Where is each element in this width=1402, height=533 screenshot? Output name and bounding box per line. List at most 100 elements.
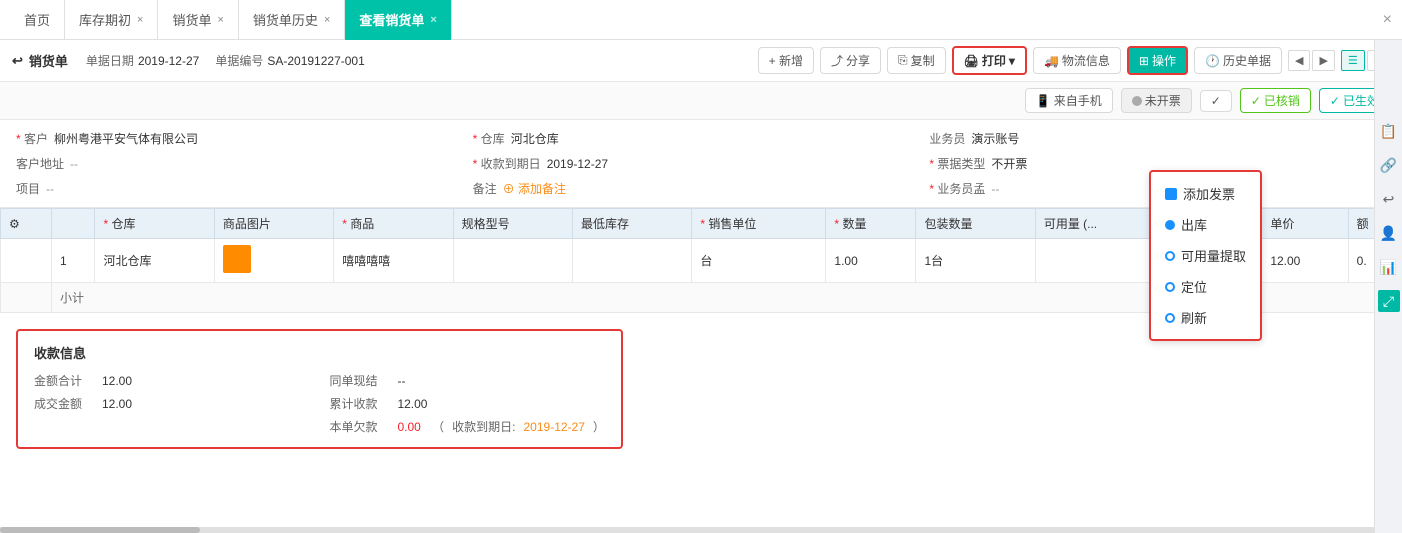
sales-rep-label: 业务员孟	[929, 180, 985, 197]
new-button[interactable]: + 新增	[758, 47, 814, 74]
row-product[interactable]: 嘻嘻嘻嘻	[334, 239, 453, 283]
from-phone-button[interactable]: 📱 来自手机	[1025, 88, 1113, 113]
panel-icon-clipboard[interactable]: 📋	[1378, 120, 1400, 142]
check-icon-button[interactable]: ✓	[1200, 90, 1232, 112]
toolbar: ↩ 销货单 单据日期 2019-12-27 单据编号 SA-20191227-0…	[0, 40, 1402, 82]
col-pack-qty: 包装数量	[916, 209, 1035, 239]
right-panel: 📋 🔗 ↩ 👤 📊 ⤢	[1374, 40, 1402, 533]
doc-title: ↩ 销货单	[12, 51, 68, 70]
same-order-label: 同单现结	[329, 372, 389, 389]
transaction-value: 12.00	[102, 397, 132, 411]
tab-close-inventory-init[interactable]: ×	[137, 14, 143, 26]
col-product-img: 商品图片	[214, 209, 333, 239]
share-button[interactable]: ⤴ 分享	[820, 47, 881, 74]
not-opened-button[interactable]: 未开票	[1121, 88, 1192, 113]
ticket-type-label: 票据类型	[929, 155, 985, 172]
doc-date-label: 单据日期	[86, 52, 134, 69]
next-button[interactable]: ▶	[1312, 50, 1334, 71]
tab-view-sales[interactable]: 查看销货单 ×	[345, 0, 451, 40]
row-available	[1035, 239, 1164, 283]
doc-type-icon: ↩	[12, 53, 23, 69]
row-unit-price: 12.00	[1262, 239, 1348, 283]
doc-date-value: 2019-12-27	[138, 54, 199, 68]
history-button[interactable]: 🕐 历史单据	[1194, 47, 1282, 74]
doc-number-item: 单据编号 SA-20191227-001	[215, 52, 364, 69]
payment-title: 收款信息	[34, 343, 605, 362]
balance-label: 本单欠款	[329, 418, 389, 435]
tab-sales-order[interactable]: 销货单 ×	[158, 0, 238, 40]
address-value[interactable]: --	[70, 157, 78, 171]
address-row: 客户地址 --	[16, 155, 473, 172]
project-value[interactable]: --	[46, 182, 54, 196]
print-button[interactable]: 🖨 打印 ▾	[952, 46, 1027, 75]
payment-grid: 金额合计 12.00 同单现结 -- 成交金额 12.00 累计收款 12.00	[34, 372, 605, 435]
col-settings[interactable]: ⚙	[1, 209, 52, 239]
available-pickup-item[interactable]: 可用量提取	[1151, 240, 1260, 271]
doc-meta: 单据日期 2019-12-27 单据编号 SA-20191227-001	[86, 52, 750, 69]
col-warehouse: 仓库	[95, 209, 214, 239]
copy-button[interactable]: ⎘ 复制	[887, 47, 946, 74]
payment-box: 收款信息 金额合计 12.00 同单现结 -- 成交金额 12.00 累计收款 …	[16, 329, 623, 449]
tab-close-view-sales[interactable]: ×	[430, 14, 436, 26]
tab-sales-history[interactable]: 销货单历史 ×	[239, 0, 345, 40]
row-product-img	[214, 239, 333, 283]
due-date-label: 收款到期日:	[452, 418, 515, 435]
payment-date-value[interactable]: 2019-12-27	[547, 157, 608, 171]
remark-add[interactable]: ⊕ 添加备注	[503, 180, 566, 197]
locate-item[interactable]: 定位	[1151, 271, 1260, 302]
warehouse-value[interactable]: 河北仓库	[511, 130, 559, 147]
tab-home[interactable]: 首页	[10, 0, 65, 40]
balance-row: 本单欠款 0.00 （ 收款到期日: 2019-12-27 ）	[329, 418, 604, 435]
tab-bar: 首页 库存期初 × 销货单 × 销货单历史 × 查看销货单 × ×	[0, 0, 1402, 40]
sales-rep-value[interactable]: --	[991, 182, 999, 196]
list-view-button[interactable]: ☰	[1341, 50, 1365, 71]
due-date-value: 2019-12-27	[524, 420, 585, 434]
check-teal-icon: ✓	[1330, 94, 1340, 108]
row-warehouse: 河北仓库	[95, 239, 214, 283]
customer-value[interactable]: 柳州粤港平安气体有限公司	[54, 130, 198, 147]
add-invoice-icon	[1165, 188, 1177, 200]
logistics-button[interactable]: 🚚 物流信息	[1033, 47, 1121, 74]
row-min-stock	[572, 239, 691, 283]
tab-close-sales-order[interactable]: ×	[217, 14, 223, 26]
outbound-item[interactable]: 出库	[1151, 209, 1260, 240]
col-spec: 规格型号	[453, 209, 572, 239]
verified-button[interactable]: ✓ 已核销	[1240, 88, 1311, 113]
global-close-button[interactable]: ×	[1383, 11, 1392, 29]
action-row: 📱 来自手机 未开票 ✓ ✓ 已核销 ✓ 已生效	[0, 82, 1402, 120]
panel-icon-expand[interactable]: ⤢	[1378, 290, 1400, 312]
print-icon: 🖨	[964, 54, 979, 68]
col-unit-price: 单价	[1262, 209, 1348, 239]
total-label: 金额合计	[34, 372, 94, 389]
operations-button[interactable]: ⊞ 操作	[1127, 46, 1188, 75]
salesperson-value: 演示账号	[971, 130, 1019, 147]
col-available: 可用量 (...	[1035, 209, 1164, 239]
close-paren: ）	[593, 418, 605, 435]
circle-gray-icon	[1132, 96, 1142, 106]
prev-button[interactable]: ◀	[1288, 50, 1310, 71]
col-min-stock: 最低库存	[572, 209, 691, 239]
remark-label: 备注	[473, 180, 497, 197]
panel-icon-link[interactable]: 🔗	[1378, 154, 1400, 176]
phone-icon: 📱	[1036, 94, 1051, 108]
customer-label: 客户	[16, 130, 48, 147]
doc-number-value: SA-20191227-001	[267, 54, 364, 68]
cumulative-label: 累计收款	[329, 395, 389, 412]
plus-icon: ⊕	[503, 182, 515, 196]
panel-icon-return[interactable]: ↩	[1378, 188, 1400, 210]
panel-icon-user[interactable]: 👤	[1378, 222, 1400, 244]
add-invoice-item[interactable]: 添加发票	[1151, 178, 1260, 209]
tab-close-sales-history[interactable]: ×	[324, 14, 330, 26]
project-row: 项目 --	[16, 180, 473, 197]
row-spec	[453, 239, 572, 283]
panel-icon-chart[interactable]: 📊	[1378, 256, 1400, 278]
ticket-type-value[interactable]: 不开票	[991, 155, 1027, 172]
scroll-thumb	[0, 527, 200, 533]
scroll-track[interactable]	[0, 527, 1374, 533]
refresh-item[interactable]: 刷新	[1151, 302, 1260, 333]
doc-type-label: 销货单	[29, 51, 68, 70]
tab-inventory-init[interactable]: 库存期初 ×	[65, 0, 158, 40]
toolbar-actions: + 新增 ⤴ 分享 ⎘ 复制 🖨 打印 ▾ 🚚 物流信息 ⊞ 操作	[758, 46, 1390, 75]
payment-date-label: 收款到期日	[473, 155, 541, 172]
col-sales-unit: 销售单位	[692, 209, 826, 239]
